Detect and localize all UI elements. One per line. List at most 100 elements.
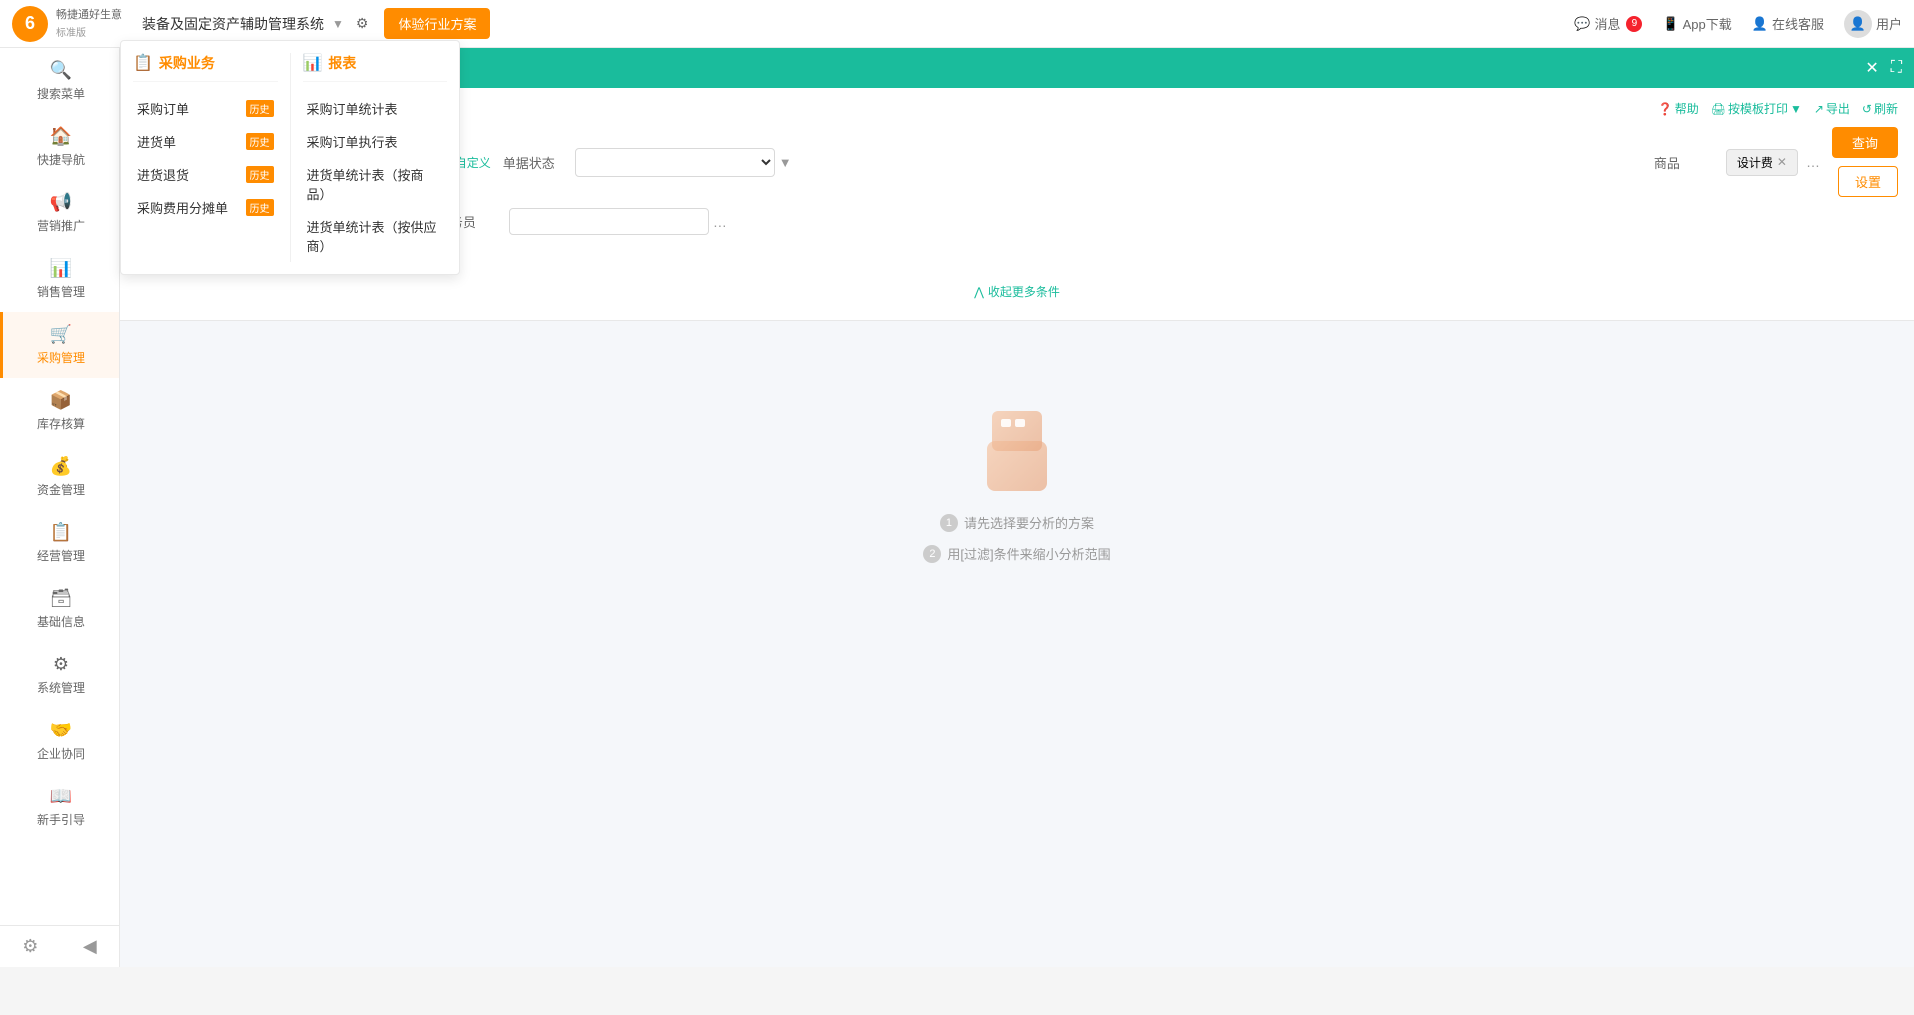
logo-text: 畅捷通好生意	[56, 8, 122, 23]
tab-close-all-icon[interactable]: ✕	[1865, 58, 1878, 78]
industry-button[interactable]: 体验行业方案	[384, 8, 490, 39]
sidebar-item-sales[interactable]: 📊 销售管理	[0, 246, 119, 312]
goods-tag-text: 设计费	[1737, 154, 1773, 171]
sidebar-item-marketing[interactable]: 📢 营销推广	[0, 180, 119, 246]
sidebar-label-purchase: 采购管理	[37, 349, 85, 366]
top-right-area: 💬 消息 9 📱 App下载 👤 在线客服 👤 用户	[1574, 10, 1902, 38]
salesperson-more-icon[interactable]: …	[713, 214, 727, 230]
tab-right-icons: ✕ ⛶	[1865, 58, 1914, 78]
print-arrow-icon: ▼	[1790, 102, 1802, 116]
purchase-dropdown-menu: 📋 采购业务 采购订单 历史 进货单 历史 进货退货 历史 采购费用分摊单 历史…	[120, 40, 460, 275]
status-label: 单据状态	[503, 153, 563, 172]
goods-tag-close-icon[interactable]: ✕	[1777, 155, 1787, 169]
dropdown-item-incoming[interactable]: 进货单 历史	[133, 125, 278, 158]
dropdown-arrow-icon[interactable]: ▼	[332, 17, 344, 31]
user-item[interactable]: 👤 用户	[1844, 10, 1902, 38]
tab-expand-icon[interactable]: ⛶	[1891, 59, 1902, 77]
goods-tag[interactable]: 设计费 ✕	[1726, 149, 1798, 176]
dropdown-item-order-stats[interactable]: 采购订单统计表	[303, 92, 448, 125]
report-col-header: 📊 报表	[303, 53, 448, 82]
sidebar-item-quick[interactable]: 🏠 快捷导航	[0, 114, 119, 180]
app-download-item[interactable]: 📱 App下载	[1662, 14, 1731, 33]
goods-more-icon[interactable]: …	[1806, 154, 1820, 170]
marketing-icon: 📢	[50, 192, 72, 213]
sidebar: 🔍 搜索菜单 🏠 快捷导航 📢 营销推广 📊 销售管理 🛒 采购管理 📦 库存核…	[0, 48, 120, 967]
sidebar-label-basic: 基础信息	[37, 613, 85, 630]
status-select[interactable]	[575, 148, 775, 177]
service-icon: 👤	[1752, 16, 1768, 32]
sidebar-item-guide[interactable]: 📖 新手引导	[0, 774, 119, 840]
expense-label: 采购费用分摊单	[137, 198, 228, 217]
sidebar-label-sales: 销售管理	[37, 283, 85, 300]
message-icon: 💬	[1574, 16, 1590, 32]
avatar: 👤	[1844, 10, 1872, 38]
sidebar-item-search[interactable]: 🔍 搜索菜单	[0, 48, 119, 114]
help-link[interactable]: ❓ 帮助	[1658, 100, 1699, 117]
refresh-link[interactable]: ↺ 刷新	[1862, 100, 1898, 117]
print-link[interactable]: 🖨 按模板打印 ▼	[1711, 100, 1802, 117]
online-service-label: 在线客服	[1772, 14, 1824, 33]
dropdown-item-return[interactable]: 进货退货 历史	[133, 158, 278, 191]
collapse-button[interactable]: ⋀ 收起更多条件	[136, 283, 1898, 300]
sidebar-item-enterprise[interactable]: 🤝 企业协同	[0, 708, 119, 774]
order-stats-label: 采购订单统计表	[307, 99, 398, 118]
bottom-settings-icon[interactable]: ⚙	[22, 936, 38, 957]
hint-text-1: 请先选择要分析的方案	[964, 513, 1094, 532]
logo-badge: 标准版	[56, 24, 122, 39]
bottom-collapse-icon[interactable]: ◀	[83, 936, 97, 957]
settings-button[interactable]: 设置	[1838, 166, 1898, 197]
capital-icon: 💰	[50, 456, 72, 477]
message-badge: 9	[1626, 16, 1642, 32]
sidebar-label-operation: 经营管理	[37, 547, 85, 564]
sidebar-label-enterprise: 企业协同	[37, 745, 85, 762]
sidebar-label-inventory: 库存核算	[37, 415, 85, 432]
dropdown-item-purchase-order[interactable]: 采购订单 历史	[133, 92, 278, 125]
empty-state: 1 请先选择要分析的方案 2 用[过滤]条件来缩小分析范围	[120, 321, 1914, 643]
order-exec-label: 采购订单执行表	[307, 132, 398, 151]
collapse-label: 收起更多条件	[988, 283, 1060, 300]
basic-icon: 🗃	[50, 588, 73, 609]
settings-icon[interactable]: ⚙	[356, 15, 369, 32]
user-label: 用户	[1876, 14, 1902, 33]
dropdown-item-incoming-stats-supplier[interactable]: 进货单统计表（按供应商）	[303, 210, 448, 262]
dropdown-item-expense[interactable]: 采购费用分摊单 历史	[133, 191, 278, 224]
hint-number-1: 1	[940, 514, 958, 532]
search-icon: 🔍	[50, 60, 72, 81]
status-dropdown-icon: ▼	[779, 155, 792, 170]
sidebar-item-basic[interactable]: 🗃 基础信息	[0, 576, 119, 642]
system-title-text: 装备及固定资产辅助管理系统	[142, 14, 324, 34]
message-label: 消息	[1594, 14, 1620, 33]
incoming-stats-goods-label: 进货单统计表（按商品）	[307, 165, 444, 203]
shortcut-custom[interactable]: 自定义	[455, 154, 491, 171]
sidebar-label-capital: 资金管理	[37, 481, 85, 498]
sidebar-bottom: ⚙ ◀	[0, 925, 119, 967]
query-button[interactable]: 查询	[1832, 127, 1898, 158]
export-link[interactable]: ↗ 导出	[1814, 100, 1850, 117]
print-icon: 🖨	[1711, 102, 1726, 116]
salesperson-input[interactable]	[509, 208, 709, 235]
hint-text-2: 用[过滤]条件来缩小分析范围	[947, 544, 1110, 563]
enterprise-icon: 🤝	[50, 720, 72, 741]
sidebar-item-operation[interactable]: 📋 经营管理	[0, 510, 119, 576]
dropdown-item-incoming-stats-goods[interactable]: 进货单统计表（按商品）	[303, 158, 448, 210]
sales-icon: 📊	[50, 258, 72, 279]
purchase-col-icon: 📋	[133, 53, 153, 73]
message-item[interactable]: 💬 消息 9	[1574, 14, 1642, 33]
online-service-item[interactable]: 👤 在线客服	[1752, 14, 1824, 33]
sidebar-item-capital[interactable]: 💰 资金管理	[0, 444, 119, 510]
phone-icon: 📱	[1662, 16, 1678, 32]
sidebar-item-purchase[interactable]: 🛒 采购管理	[0, 312, 119, 378]
logo-area: 6 畅捷通好生意 标准版	[12, 6, 132, 42]
purchase-order-label: 采购订单	[137, 99, 189, 118]
incoming-label: 进货单	[137, 132, 176, 151]
sidebar-item-system[interactable]: ⚙ 系统管理	[0, 642, 119, 708]
sidebar-item-inventory[interactable]: 📦 库存核算	[0, 378, 119, 444]
operation-icon: 📋	[50, 522, 72, 543]
dropdown-item-order-exec[interactable]: 采购订单执行表	[303, 125, 448, 158]
help-icon: ❓	[1658, 102, 1673, 116]
sidebar-label-guide: 新手引导	[37, 811, 85, 828]
history-badge-4: 历史	[246, 199, 274, 216]
report-col: 📊 报表 采购订单统计表 采购订单执行表 进货单统计表（按商品） 进货单统计表（…	[290, 53, 460, 262]
app-download-label: App下载	[1683, 14, 1732, 33]
export-icon: ↗	[1814, 102, 1824, 116]
